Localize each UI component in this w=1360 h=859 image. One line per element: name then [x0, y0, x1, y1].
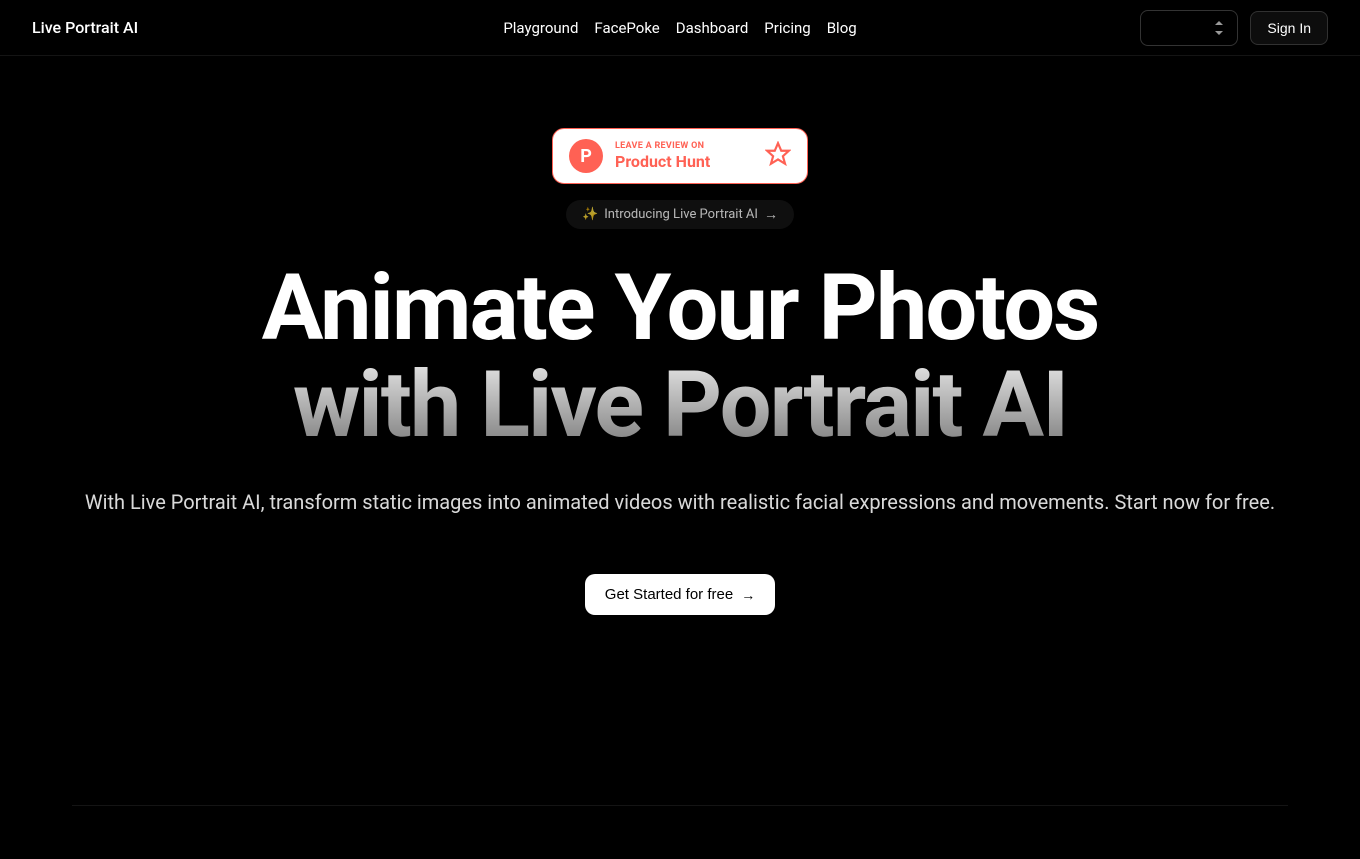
- product-hunt-text: LEAVE A REVIEW ON Product Hunt: [615, 141, 753, 171]
- nav-dashboard[interactable]: Dashboard: [676, 19, 749, 37]
- header: Live Portrait AI Playground FacePoke Das…: [0, 0, 1360, 56]
- hero-title-line1: Animate Your Photos: [262, 255, 1099, 362]
- product-hunt-badge[interactable]: P LEAVE A REVIEW ON Product Hunt: [552, 128, 808, 184]
- star-icon: [765, 141, 791, 172]
- nav-playground[interactable]: Playground: [503, 19, 578, 37]
- product-hunt-small-text: LEAVE A REVIEW ON: [615, 141, 753, 152]
- chevrons-up-down-icon: [1215, 21, 1225, 35]
- nav-facepoke[interactable]: FacePoke: [594, 19, 659, 37]
- section-divider: [72, 805, 1288, 806]
- logo[interactable]: Live Portrait AI: [32, 18, 138, 37]
- signin-button[interactable]: Sign In: [1250, 11, 1328, 45]
- nav-blog[interactable]: Blog: [827, 19, 857, 37]
- product-hunt-large-text: Product Hunt: [615, 152, 753, 171]
- product-hunt-logo-icon: P: [569, 139, 603, 173]
- header-right: Sign In: [1140, 10, 1328, 46]
- main-nav: Playground FacePoke Dashboard Pricing Bl…: [503, 19, 856, 37]
- language-select[interactable]: [1140, 10, 1238, 46]
- cta-label: Get Started for free: [605, 586, 733, 603]
- intro-pill[interactable]: ✨ Introducing Live Portrait AI →: [566, 200, 794, 229]
- arrow-right-icon: →: [741, 587, 755, 603]
- hero-title-line2: with Live Portrait AI: [293, 352, 1067, 459]
- hero-subtitle: With Live Portrait AI, transform static …: [85, 490, 1275, 514]
- hero-section: P LEAVE A REVIEW ON Product Hunt ✨ Intro…: [0, 56, 1360, 806]
- hero-title: Animate Your Photos with Live Portrait A…: [262, 261, 1099, 454]
- sparkle-icon: ✨: [582, 207, 598, 222]
- intro-pill-text: Introducing Live Portrait AI: [604, 207, 758, 222]
- get-started-button[interactable]: Get Started for free →: [585, 574, 775, 615]
- nav-pricing[interactable]: Pricing: [764, 19, 810, 37]
- arrow-right-icon: →: [764, 206, 778, 223]
